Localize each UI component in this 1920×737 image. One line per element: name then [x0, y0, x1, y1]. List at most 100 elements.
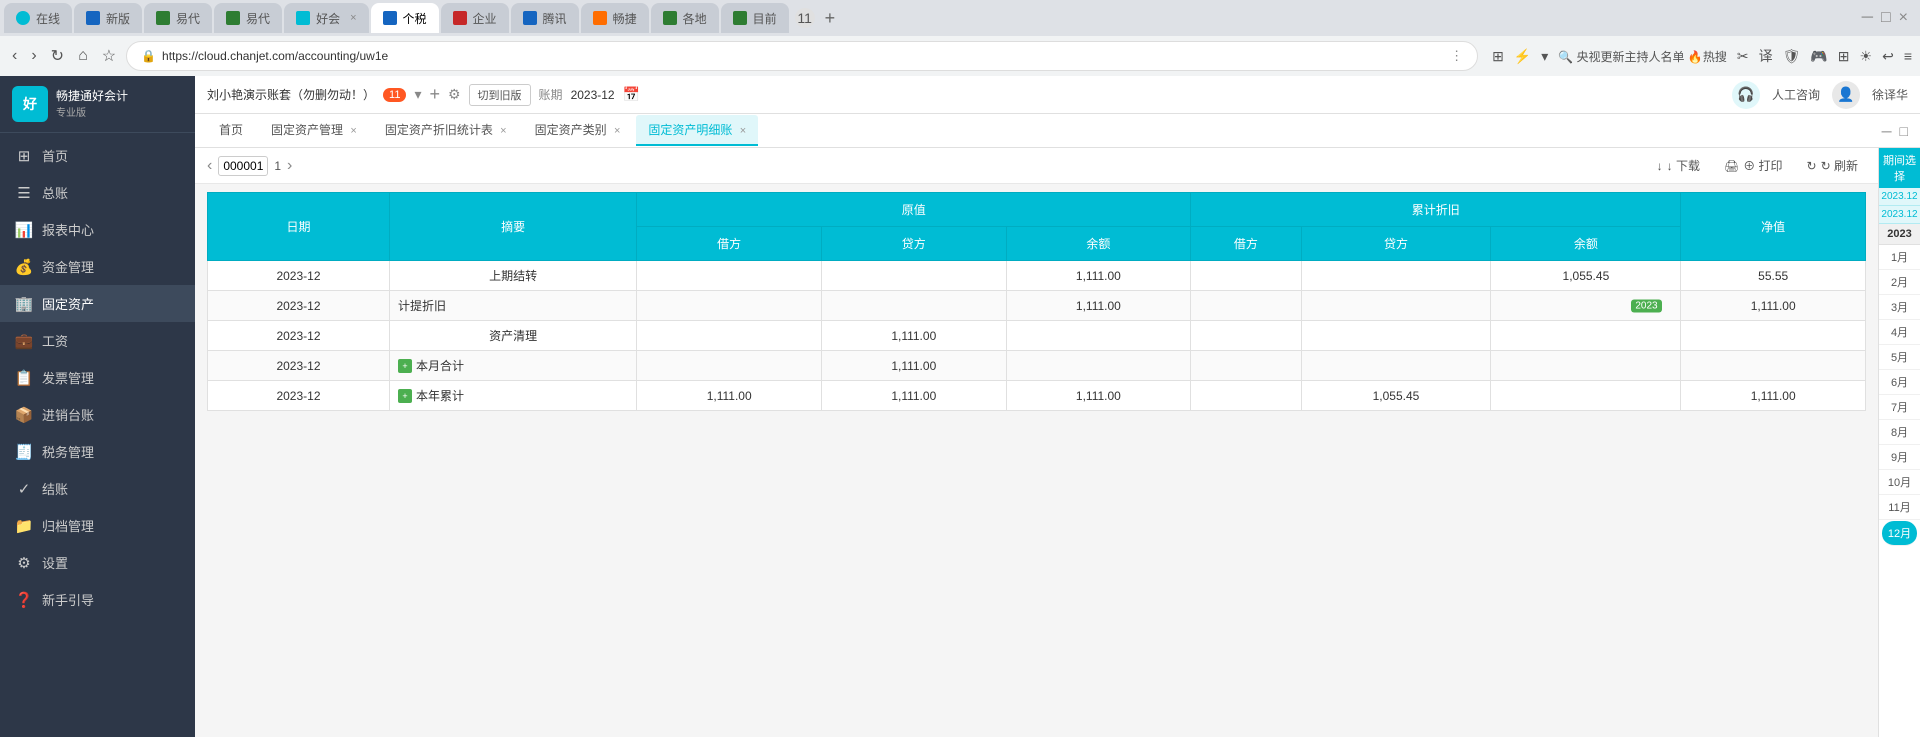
user-avatar[interactable]: 👤 [1832, 81, 1860, 109]
maximize-tab-button[interactable]: □ [1900, 123, 1908, 139]
lightning-icon[interactable]: ⚡ [1514, 48, 1531, 65]
close-browser-button[interactable]: × [1899, 9, 1908, 27]
sidebar-item-funds[interactable]: 💰 资金管理 [0, 248, 195, 285]
browser-tab-3[interactable]: 易代 [214, 3, 282, 33]
sidebar-item-home[interactable]: ⊞ 首页 [0, 137, 195, 174]
sidebar-item-tax[interactable]: 🧾 税务管理 [0, 433, 195, 470]
calendar-icon[interactable]: 📅 [623, 86, 640, 103]
sidebar-item-purchases[interactable]: 📦 进销台账 [0, 396, 195, 433]
translate-icon[interactable]: 译 [1759, 46, 1773, 66]
period-item-2[interactable]: 2月 [1879, 270, 1920, 295]
browser-tab-1[interactable]: 新版 [74, 3, 142, 33]
tab-asset-detail-ledger[interactable]: 固定资产明细账 × [636, 115, 758, 146]
period-item-4[interactable]: 4月 [1879, 320, 1920, 345]
period-item-9[interactable]: 9月 [1879, 445, 1920, 470]
period-item-12[interactable]: 12月 [1882, 521, 1917, 546]
period-item-6[interactable]: 6月 [1879, 370, 1920, 395]
account-dropdown-button[interactable]: ▾ [414, 86, 421, 103]
grid-icon[interactable]: ⊞ [1838, 48, 1850, 65]
browser-tab-6[interactable]: 企业 [441, 3, 509, 33]
home-button[interactable]: ⌂ [74, 43, 92, 69]
game-icon[interactable]: 🎮 [1810, 48, 1827, 65]
period-item-10[interactable]: 10月 [1879, 470, 1920, 495]
brightness-icon[interactable]: ☀ [1860, 48, 1873, 65]
scissors-icon[interactable]: ✂ [1737, 48, 1749, 65]
switch-version-button[interactable]: 切到旧版 [469, 84, 531, 106]
cell-orig-credit [821, 261, 1006, 291]
help-button[interactable]: 🎧 [1732, 81, 1760, 109]
history-back-icon[interactable]: ↩ [1882, 48, 1894, 65]
account-settings-button[interactable]: ⚙ [448, 86, 461, 103]
maximize-button[interactable]: □ [1881, 9, 1891, 27]
tab-home[interactable]: 首页 [207, 115, 255, 146]
reload-button[interactable]: ↻ [47, 42, 68, 70]
add-account-button[interactable]: + [429, 84, 440, 105]
reports-icon: 📊 [14, 221, 34, 239]
cell-acc-debit [1191, 351, 1301, 381]
bookmark-button[interactable]: ☆ [98, 42, 120, 70]
cell-orig-debit [637, 351, 822, 381]
period-item-1[interactable]: 1月 [1879, 245, 1920, 270]
period-item-8[interactable]: 8月 [1879, 420, 1920, 445]
period-item-3[interactable]: 3月 [1879, 295, 1920, 320]
menu-icon[interactable]: ≡ [1904, 48, 1912, 64]
tab-close-1[interactable]: × [350, 125, 356, 137]
period-item-11[interactable]: 11月 [1879, 495, 1920, 520]
browser-tab-0[interactable]: 在线 [4, 3, 72, 33]
address-bar[interactable]: 🔒 https://cloud.chanjet.com/accounting/u… [126, 41, 1478, 71]
app-container: 好 畅捷通好会计 专业版 ⊞ 首页 ☰ 总账 📊 报表中心 💰 资金管理 [0, 76, 1920, 737]
sidebar-item-fixed-assets[interactable]: 🏢 固定资产 [0, 285, 195, 322]
browser-tab-8[interactable]: 畅捷 [581, 3, 649, 33]
period-item-7[interactable]: 7月 [1879, 395, 1920, 420]
prev-page-button[interactable]: ‹ [207, 157, 212, 175]
cell-acc-balance [1491, 351, 1681, 381]
browser-tab-2[interactable]: 易代 [144, 3, 212, 33]
cell-orig-credit: 1,111.00 [821, 381, 1006, 411]
download-button[interactable]: ↓ ↓ 下载 [1649, 154, 1708, 177]
asset-code-input[interactable] [218, 156, 268, 176]
tab-close-4[interactable]: × [350, 12, 356, 24]
address-bar-row: ‹ › ↻ ⌂ ☆ 🔒 https://cloud.chanjet.com/ac… [0, 36, 1920, 76]
period-item-5[interactable]: 5月 [1879, 345, 1920, 370]
cell-summary: 计提折旧 [389, 291, 636, 321]
browser-tab-5[interactable]: 个税 [371, 3, 439, 33]
new-tab-button[interactable]: + [817, 8, 844, 29]
extensions-icon[interactable]: ⊞ [1492, 48, 1504, 65]
sidebar-item-guide[interactable]: ❓ 新手引导 [0, 581, 195, 618]
forward-button[interactable]: › [27, 43, 40, 69]
search-box[interactable]: 🔍 央视更新主持人名单 🔥热搜 [1558, 48, 1727, 65]
cell-acc-credit [1301, 351, 1491, 381]
help-label: 人工咨询 [1772, 86, 1820, 103]
minimize-button[interactable]: ─ [1862, 9, 1873, 27]
sidebar-item-payroll[interactable]: 💼 工资 [0, 322, 195, 359]
top-bar: 刘小艳演示账套（勿删勿动！） 11 ▾ + ⚙ 切到旧版 账期 2023-12 … [195, 76, 1920, 114]
minimize-tab-button[interactable]: ─ [1882, 123, 1892, 139]
sidebar-item-reports[interactable]: 📊 报表中心 [0, 211, 195, 248]
tab-close-3[interactable]: × [614, 125, 620, 137]
home-icon: ⊞ [14, 147, 34, 165]
tab-fixed-asset-management[interactable]: 固定资产管理 × [259, 115, 369, 146]
shield-icon[interactable]: 🛡 [1783, 48, 1801, 65]
browser-tab-10[interactable]: 目前 [721, 3, 789, 33]
browser-tab-4[interactable]: 好会 × [284, 3, 368, 33]
tab-close-2[interactable]: × [500, 125, 506, 137]
sidebar-item-archive[interactable]: 📁 归档管理 [0, 507, 195, 544]
sidebar-item-close-period[interactable]: ✓ 结账 [0, 470, 195, 507]
tab-depreciation-statistics[interactable]: 固定资产折旧统计表 × [373, 115, 519, 146]
sidebar-item-general-ledger[interactable]: ☰ 总账 [0, 174, 195, 211]
next-page-button[interactable]: › [287, 157, 292, 175]
dropdown-icon[interactable]: ▾ [1541, 48, 1548, 65]
sidebar-item-invoice[interactable]: 📋 发票管理 [0, 359, 195, 396]
tab-asset-category[interactable]: 固定资产类别 × [523, 115, 633, 146]
back-button[interactable]: ‹ [8, 43, 21, 69]
print-button[interactable]: 🖨 ⊕ 打印 [1716, 154, 1791, 177]
tab-close-4[interactable]: × [740, 125, 746, 137]
refresh-button[interactable]: ↻ ↻ 刷新 [1799, 154, 1866, 177]
address-options-icon[interactable]: ⋮ [1450, 48, 1463, 64]
assets-icon: 🏢 [14, 295, 34, 313]
period-label: 账期 [539, 86, 563, 103]
browser-tab-9[interactable]: 各地 [651, 3, 719, 33]
browser-tab-7[interactable]: 腾讯 [511, 3, 579, 33]
tab-count-badge[interactable]: 11 [795, 8, 815, 28]
sidebar-item-settings[interactable]: ⚙ 设置 [0, 544, 195, 581]
